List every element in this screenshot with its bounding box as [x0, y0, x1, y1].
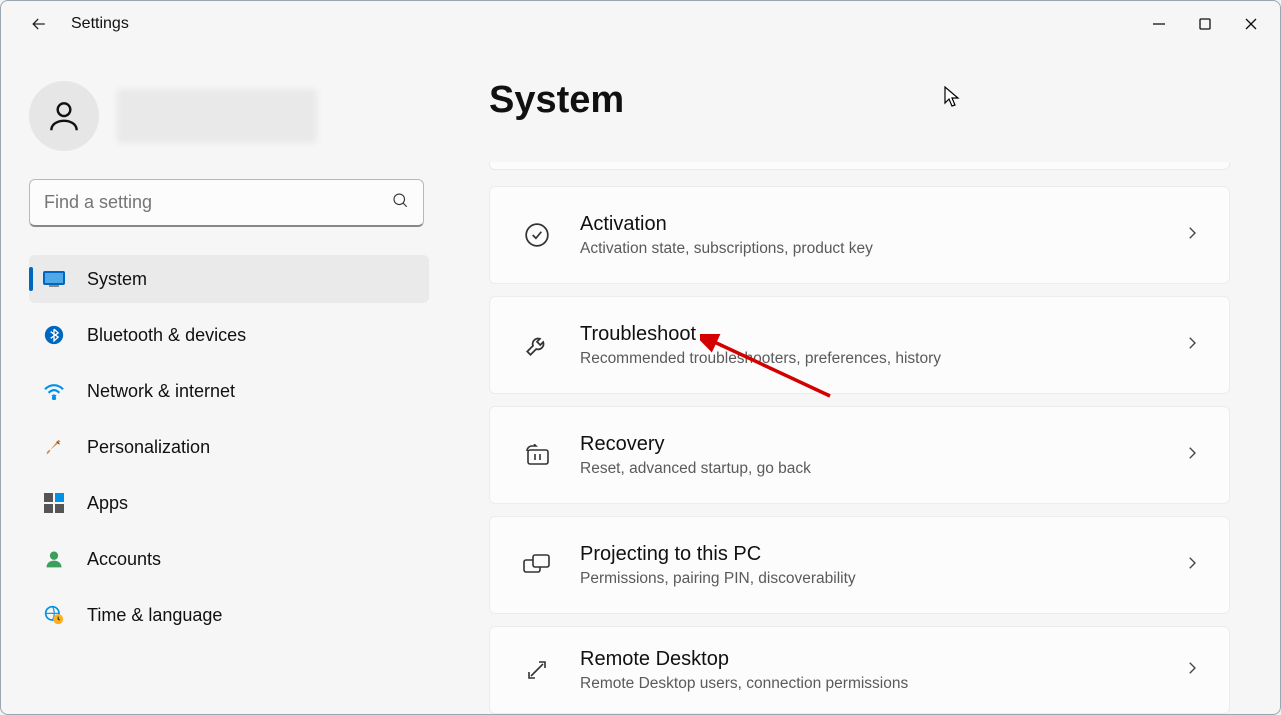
app-title: Settings	[71, 15, 129, 33]
page-title: System	[489, 79, 1270, 122]
user-name-redacted	[117, 89, 317, 143]
check-circle-icon	[518, 222, 556, 248]
sidebar-item-accounts[interactable]: Accounts	[29, 535, 429, 583]
search-box[interactable]	[29, 179, 424, 227]
item-subtitle: Activation state, subscriptions, product…	[580, 240, 1183, 258]
sidebar-item-label: Apps	[87, 493, 128, 514]
nav-list: System Bluetooth & devices Network & int…	[29, 255, 429, 639]
item-subtitle: Reset, advanced startup, go back	[580, 460, 1183, 478]
sidebar-item-label: Bluetooth & devices	[87, 325, 246, 346]
search-icon	[391, 191, 409, 214]
titlebar: Settings	[1, 1, 1280, 47]
item-title: Remote Desktop	[580, 648, 1183, 671]
item-subtitle: Remote Desktop users, connection permiss…	[580, 675, 1183, 693]
sidebar-item-personalization[interactable]: Personalization	[29, 423, 429, 471]
sidebar-item-label: Time & language	[87, 605, 222, 626]
main-panel: System Activation Activation state, subs…	[429, 47, 1270, 714]
system-icon	[43, 268, 65, 290]
settings-item-projecting[interactable]: Projecting to this PC Permissions, pairi…	[489, 516, 1230, 614]
back-button[interactable]	[21, 6, 57, 42]
projecting-icon	[518, 554, 556, 576]
settings-item-activation[interactable]: Activation Activation state, subscriptio…	[489, 186, 1230, 284]
settings-item-troubleshoot[interactable]: Troubleshoot Recommended troubleshooters…	[489, 296, 1230, 394]
chevron-right-icon	[1183, 334, 1201, 357]
chevron-right-icon	[1183, 224, 1201, 247]
item-subtitle: Permissions, pairing PIN, discoverabilit…	[580, 570, 1183, 588]
sidebar: System Bluetooth & devices Network & int…	[29, 47, 429, 714]
recovery-icon	[518, 444, 556, 466]
sidebar-item-label: Network & internet	[87, 381, 235, 402]
previous-item-peek	[489, 162, 1230, 170]
item-title: Troubleshoot	[580, 323, 1183, 346]
sidebar-item-label: Personalization	[87, 437, 210, 458]
minimize-button[interactable]	[1136, 8, 1182, 40]
sidebar-item-bluetooth[interactable]: Bluetooth & devices	[29, 311, 429, 359]
sidebar-item-system[interactable]: System	[29, 255, 429, 303]
wrench-icon	[518, 332, 556, 358]
sidebar-item-network[interactable]: Network & internet	[29, 367, 429, 415]
sidebar-item-time-language[interactable]: Time & language	[29, 591, 429, 639]
user-profile[interactable]	[29, 81, 429, 151]
accounts-icon	[43, 548, 65, 570]
apps-icon	[43, 492, 65, 514]
bluetooth-icon	[43, 324, 65, 346]
chevron-right-icon	[1183, 554, 1201, 577]
item-title: Recovery	[580, 433, 1183, 456]
maximize-button[interactable]	[1182, 8, 1228, 40]
item-subtitle: Recommended troubleshooters, preferences…	[580, 350, 1183, 368]
sidebar-item-label: System	[87, 269, 147, 290]
avatar	[29, 81, 99, 151]
settings-item-recovery[interactable]: Recovery Reset, advanced startup, go bac…	[489, 406, 1230, 504]
remote-desktop-icon	[518, 658, 556, 682]
close-button[interactable]	[1228, 8, 1274, 40]
wifi-icon	[43, 380, 65, 402]
item-title: Projecting to this PC	[580, 543, 1183, 566]
search-input[interactable]	[44, 192, 383, 213]
globe-clock-icon	[43, 604, 65, 626]
chevron-right-icon	[1183, 659, 1201, 682]
settings-item-remote-desktop[interactable]: Remote Desktop Remote Desktop users, con…	[489, 626, 1230, 714]
sidebar-item-apps[interactable]: Apps	[29, 479, 429, 527]
brush-icon	[43, 436, 65, 458]
sidebar-item-label: Accounts	[87, 549, 161, 570]
item-title: Activation	[580, 213, 1183, 236]
chevron-right-icon	[1183, 444, 1201, 467]
